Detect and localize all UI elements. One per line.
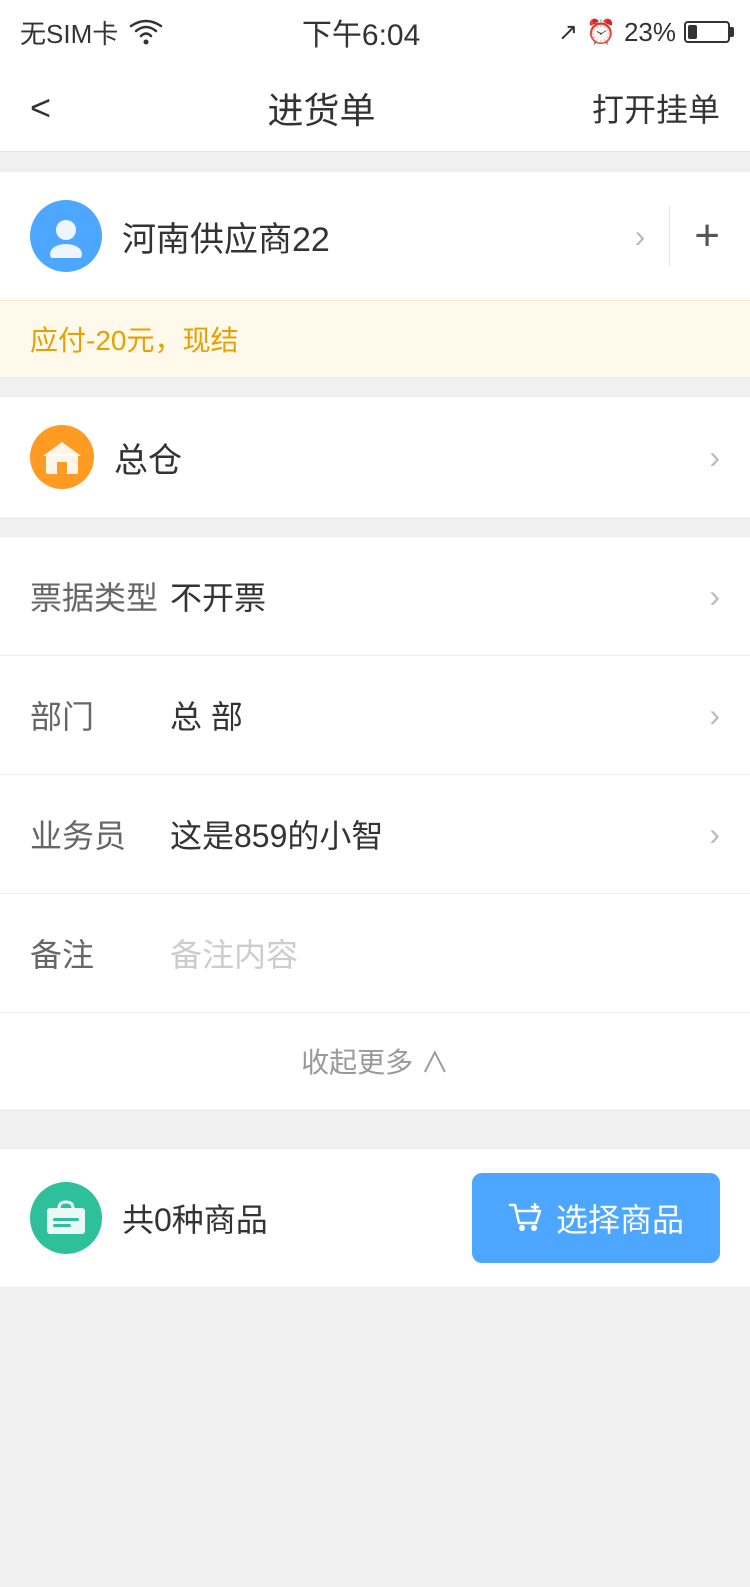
vertical-divider	[669, 206, 670, 266]
product-count: 共0种商品	[122, 1195, 452, 1241]
warehouse-name: 总仓	[114, 433, 709, 482]
warehouse-chevron-icon: ›	[709, 439, 720, 476]
select-product-button[interactable]: 选择商品	[472, 1173, 720, 1263]
section-divider-2	[0, 377, 750, 397]
status-indicators: ↗ ⏰ 23%	[558, 17, 730, 48]
warehouse-section: 总仓 ›	[0, 397, 750, 517]
location-icon: ↗	[558, 18, 578, 47]
supplier-chevron-icon: ›	[635, 218, 646, 255]
supplier-avatar	[30, 200, 102, 272]
status-bar: 无SIM卡 下午6:04 ↗ ⏰ 23%	[0, 0, 750, 64]
section-divider-3	[0, 517, 750, 537]
add-button[interactable]: +	[694, 211, 720, 261]
back-button[interactable]: <	[30, 87, 51, 129]
product-icon	[45, 1200, 87, 1236]
nav-bar: < 进货单 打开挂单	[0, 64, 750, 152]
warehouse-row[interactable]: 总仓 ›	[0, 397, 750, 517]
select-product-label: 选择商品	[556, 1195, 684, 1241]
open-pending-button[interactable]: 打开挂单	[592, 85, 720, 131]
supplier-section: 河南供应商22 › + 应付-20元，现结	[0, 172, 750, 377]
sales-label: 业务员	[30, 811, 170, 857]
dept-row[interactable]: 部门 总 部 ›	[0, 655, 750, 774]
cart-icon	[508, 1203, 544, 1233]
carrier-text: 无SIM卡	[20, 14, 118, 51]
section-divider-4	[0, 1109, 750, 1129]
remark-row[interactable]: 备注 备注内容	[0, 893, 750, 1012]
dept-value: 总 部	[170, 692, 709, 738]
battery-icon	[684, 21, 730, 43]
wifi-icon	[128, 19, 164, 45]
person-icon	[44, 214, 88, 258]
collapse-text: 收起更多 ∧	[301, 1047, 449, 1078]
status-carrier: 无SIM卡	[20, 14, 164, 51]
remark-label: 备注	[30, 930, 170, 976]
sales-row[interactable]: 业务员 这是859的小智 ›	[0, 774, 750, 893]
alarm-icon: ⏰	[586, 18, 616, 47]
remark-input[interactable]: 备注内容	[170, 930, 720, 976]
form-section: 票据类型 不开票 › 部门 总 部 › 业务员 这是859的小智 › 备注 备注…	[0, 537, 750, 1109]
invoice-type-row[interactable]: 票据类型 不开票 ›	[0, 537, 750, 655]
invoice-chevron-icon: ›	[709, 578, 720, 615]
warehouse-icon	[43, 440, 81, 474]
collapse-row[interactable]: 收起更多 ∧	[0, 1012, 750, 1109]
product-bar: 共0种商品 选择商品	[0, 1149, 750, 1287]
dept-label: 部门	[30, 692, 170, 738]
notice-banner: 应付-20元，现结	[0, 300, 750, 377]
notice-text: 应付-20元，现结	[30, 325, 238, 356]
supplier-name: 河南供应商22	[122, 212, 635, 261]
dept-chevron-icon: ›	[709, 697, 720, 734]
page-title: 进货单	[268, 82, 376, 134]
invoice-value: 不开票	[170, 573, 709, 619]
invoice-label: 票据类型	[30, 573, 170, 619]
status-time: 下午6:04	[302, 10, 420, 54]
sales-value: 这是859的小智	[170, 811, 709, 857]
supplier-row[interactable]: 河南供应商22 › +	[0, 172, 750, 300]
battery-percent: 23%	[624, 17, 676, 48]
product-icon-circle	[30, 1182, 102, 1254]
sales-chevron-icon: ›	[709, 816, 720, 853]
section-divider-1	[0, 152, 750, 172]
warehouse-icon-circle	[30, 425, 94, 489]
page-background	[0, 1287, 750, 1587]
